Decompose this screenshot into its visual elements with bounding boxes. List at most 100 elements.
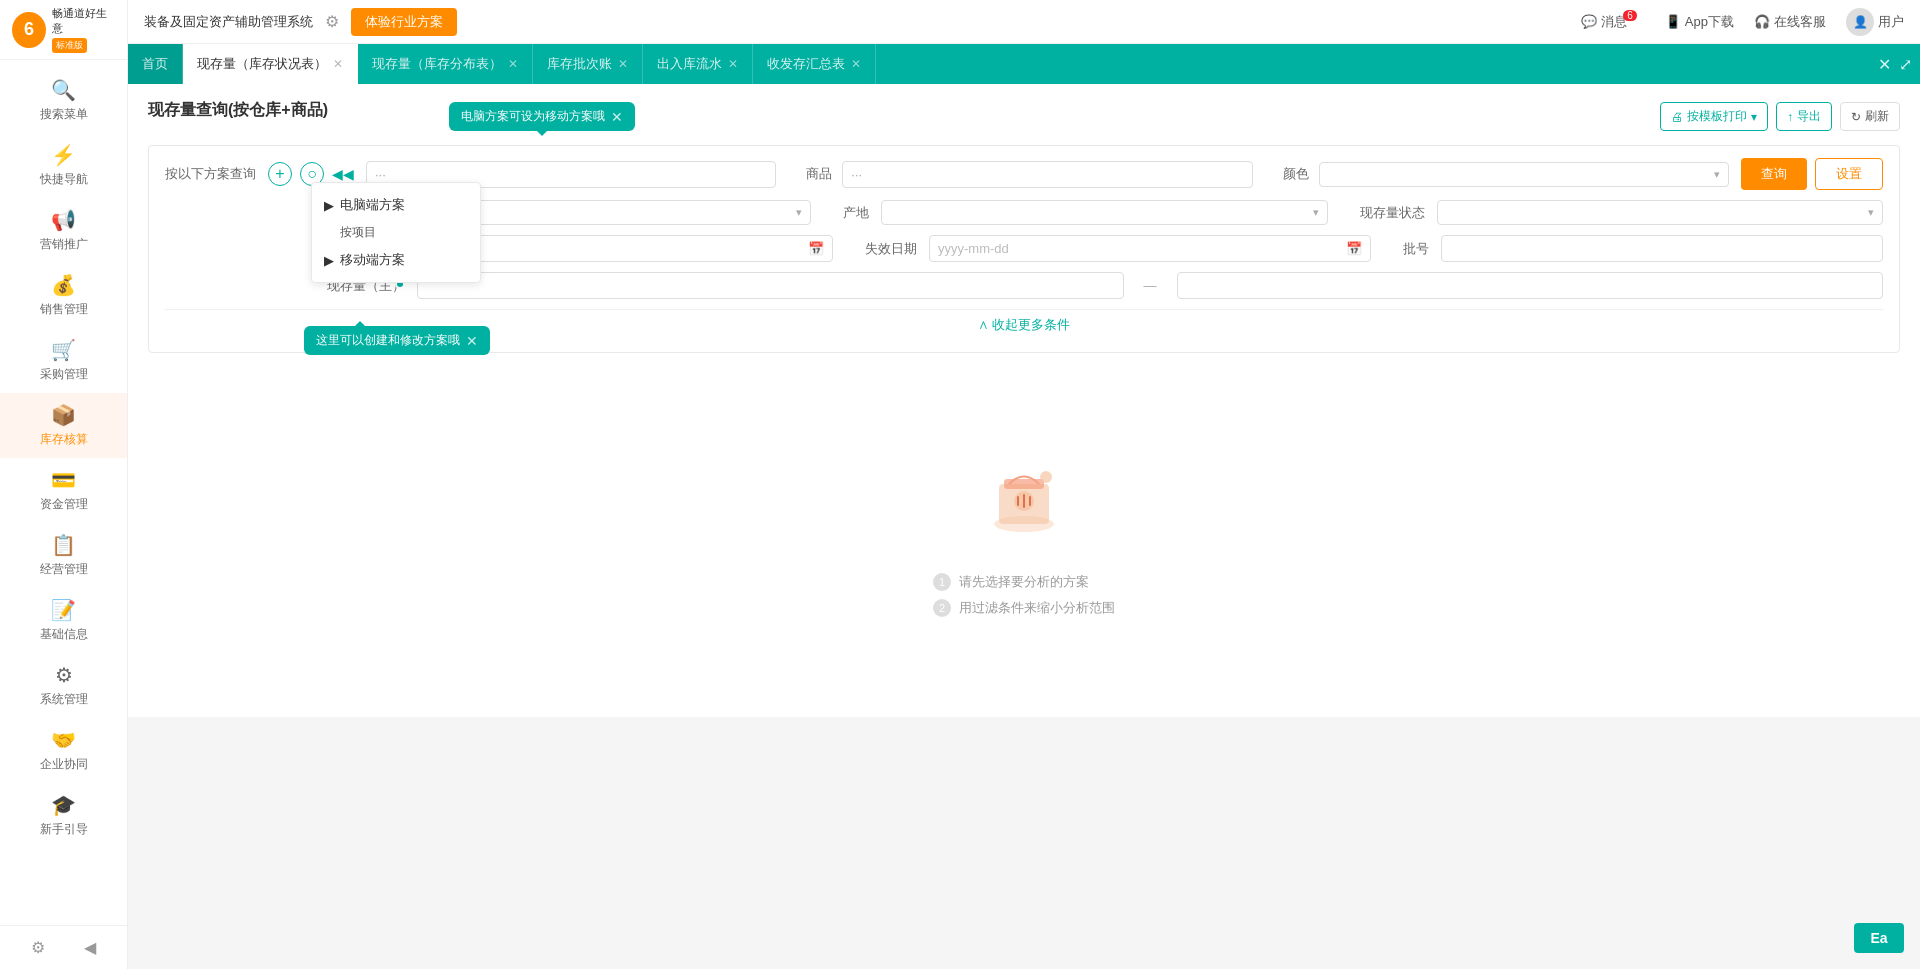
sidebar-item-operation[interactable]: 📋 经营管理 [0,523,127,588]
tooltip-text: 电脑方案可设为移动方案哦 [461,108,605,125]
maximize-icon[interactable]: ⤢ [1899,55,1912,74]
batch-no-input[interactable] [1441,235,1883,262]
chevron-down-icon: ▾ [1868,206,1874,219]
sidebar-item-quick-nav[interactable]: ⚡ 快捷导航 [0,133,127,198]
scheme-sub-item[interactable]: 按项目 [312,219,480,246]
export-btn[interactable]: ↑ 导出 [1776,102,1832,131]
stock-status-select[interactable]: ▾ [1437,200,1883,225]
tabbar-right: ✕ ⤢ [1870,44,1920,84]
sidebar-item-marketing[interactable]: 📢 营销推广 [0,198,127,263]
calendar-icon2: 📅 [1346,241,1362,256]
sidebar-item-corp[interactable]: 🤝 企业协同 [0,718,127,783]
sidebar-nav: 🔍 搜索菜单 ⚡ 快捷导航 📢 营销推广 💰 销售管理 🛒 采购管理 📦 库存核… [0,60,127,925]
stock-main-from[interactable] [417,272,1124,299]
marketing-icon: 📢 [51,208,76,232]
stock-status-label: 现存量状态 [1360,204,1425,222]
tooltip-close-btn[interactable]: ✕ [466,333,478,349]
tab-home-label: 首页 [142,55,168,73]
tab-inout-flow[interactable]: 出入库流水 ✕ [643,44,753,84]
sidebar-item-label: 经营管理 [40,561,88,578]
sidebar-item-inventory[interactable]: 📦 库存核算 [0,393,127,458]
goods-select[interactable]: ··· [842,161,1252,188]
sidebar-item-basic[interactable]: 📝 基础信息 [0,588,127,653]
gear-icon[interactable]: ⚙ [325,12,339,31]
industry-btn[interactable]: 体验行业方案 [351,8,457,36]
collapse-btn[interactable]: ◀ [84,938,96,957]
stock-main-to[interactable] [1177,272,1884,299]
logo-text: 畅通道好生意 [52,6,115,37]
sidebar-item-label: 营销推广 [40,236,88,253]
sidebar-item-label: 销售管理 [40,301,88,318]
header-right: 💬 消息 6 📱 App下载 🎧 在线客服 👤 用户 [1581,8,1904,36]
tab-close-icon[interactable]: ✕ [618,57,628,71]
chevron-down-icon: ▾ [796,206,802,219]
tab-close-icon[interactable]: ✕ [728,57,738,71]
chevron-down-icon: ▾ [1751,110,1757,124]
chevron-down-icon: ▾ [1714,168,1720,181]
mobile-scheme-section[interactable]: ▶ 移动端方案 [312,246,480,274]
inventory-icon: 📦 [51,403,76,427]
finance-icon: 💳 [51,468,76,492]
desktop-scheme-section[interactable]: ▶ 电脑端方案 [312,191,480,219]
avatar: 👤 [1846,8,1874,36]
refresh-btn[interactable]: ↻ 刷新 [1840,102,1900,131]
tab-close-icon[interactable]: ✕ [333,57,343,71]
back-arrow-icon[interactable]: ◀◀ [332,166,354,182]
sidebar-item-search[interactable]: 🔍 搜索菜单 [0,68,127,133]
tab-inventory-dist[interactable]: 现存量（库存分布表） ✕ [358,44,533,84]
tab-inventory-status[interactable]: 现存量（库存状况表） ✕ [183,44,358,84]
template-print-btn[interactable]: 🖨 按模板打印 ▾ [1660,102,1768,131]
close-all-icon[interactable]: ✕ [1878,55,1891,74]
add-scheme-btn[interactable]: + [268,162,292,186]
filter-area: 按以下方案查询 + ○ ◀◀ 电脑方案可设为移动方案哦 ✕ ··· 商品 [148,145,1900,353]
msg-item[interactable]: 💬 消息 6 [1581,13,1645,31]
sidebar-item-finance[interactable]: 💳 资金管理 [0,458,127,523]
reset-btn[interactable]: 设置 [1815,158,1883,190]
main: 现存量查询(按仓库+商品) 🖨 按模板打印 ▾ ↑ 导出 ↻ 刷新 [128,84,1920,969]
tooltip-text: 这里可以创建和修改方案哦 [316,332,460,349]
batch-no-label: 批号 [1403,240,1429,258]
settings-btn[interactable]: ⚙ [31,938,45,957]
origin-label: 产地 [843,204,869,222]
purchase-icon: 🛒 [51,338,76,362]
search-btn[interactable]: 查询 [1741,158,1807,190]
refresh-icon: ↻ [1851,110,1861,124]
tab-close-icon[interactable]: ✕ [851,57,861,71]
tooltip-close-btn[interactable]: ✕ [611,109,623,125]
origin-select[interactable]: ▾ [881,200,1327,225]
tab-close-icon[interactable]: ✕ [508,57,518,71]
empty-illustration [974,449,1074,549]
color-label: 颜色 [1283,165,1309,183]
calendar-icon: 📅 [808,241,824,256]
sidebar-item-sales[interactable]: 💰 销售管理 [0,263,127,328]
guide-icon: 🎓 [51,793,76,817]
color-select[interactable]: ▾ [1319,162,1729,187]
app-label: App下载 [1685,13,1734,31]
logo-badge: 标准版 [52,38,87,53]
goods-label: 商品 [806,165,832,183]
empty-step1: 1 请先选择要分析的方案 [933,569,1115,595]
sidebar-item-guide[interactable]: 🎓 新手引导 [0,783,127,848]
tab-label: 现存量（库存分布表） [372,55,502,73]
content-area: 现存量查询(按仓库+商品) 🖨 按模板打印 ▾ ↑ 导出 ↻ 刷新 [128,84,1920,717]
service-item[interactable]: 🎧 在线客服 [1754,13,1826,31]
tab-home[interactable]: 首页 [128,44,183,84]
logo-text-group: 畅通道好生意 标准版 [52,6,115,54]
expire-date-input[interactable]: yyyy-mm-dd 📅 [929,235,1371,262]
tree-arrow-icon: ▶ [324,198,334,213]
sidebar-item-purchase[interactable]: 🛒 采购管理 [0,328,127,393]
user-item[interactable]: 👤 用户 [1846,8,1904,36]
tab-batch-account[interactable]: 库存批次账 ✕ [533,44,643,84]
sidebar-item-system[interactable]: ⚙ 系统管理 [0,653,127,718]
page-actions: 🖨 按模板打印 ▾ ↑ 导出 ↻ 刷新 [1660,102,1900,131]
tab-label: 收发存汇总表 [767,55,845,73]
page-title: 现存量查询(按仓库+商品) [148,100,328,121]
empty-steps: 1 请先选择要分析的方案 2 用过滤条件来缩小分析范围 [933,569,1115,621]
search-btns: 查询 设置 [1741,158,1883,190]
system-name: 装备及固定资产辅助管理系统 [144,13,313,31]
tree-arrow-icon: ▶ [324,253,334,268]
tab-recv-summary[interactable]: 收发存汇总表 ✕ [753,44,876,84]
system-icon: ⚙ [55,663,73,687]
expire-date-label: 失效日期 [865,240,917,258]
app-item[interactable]: 📱 App下载 [1665,13,1734,31]
